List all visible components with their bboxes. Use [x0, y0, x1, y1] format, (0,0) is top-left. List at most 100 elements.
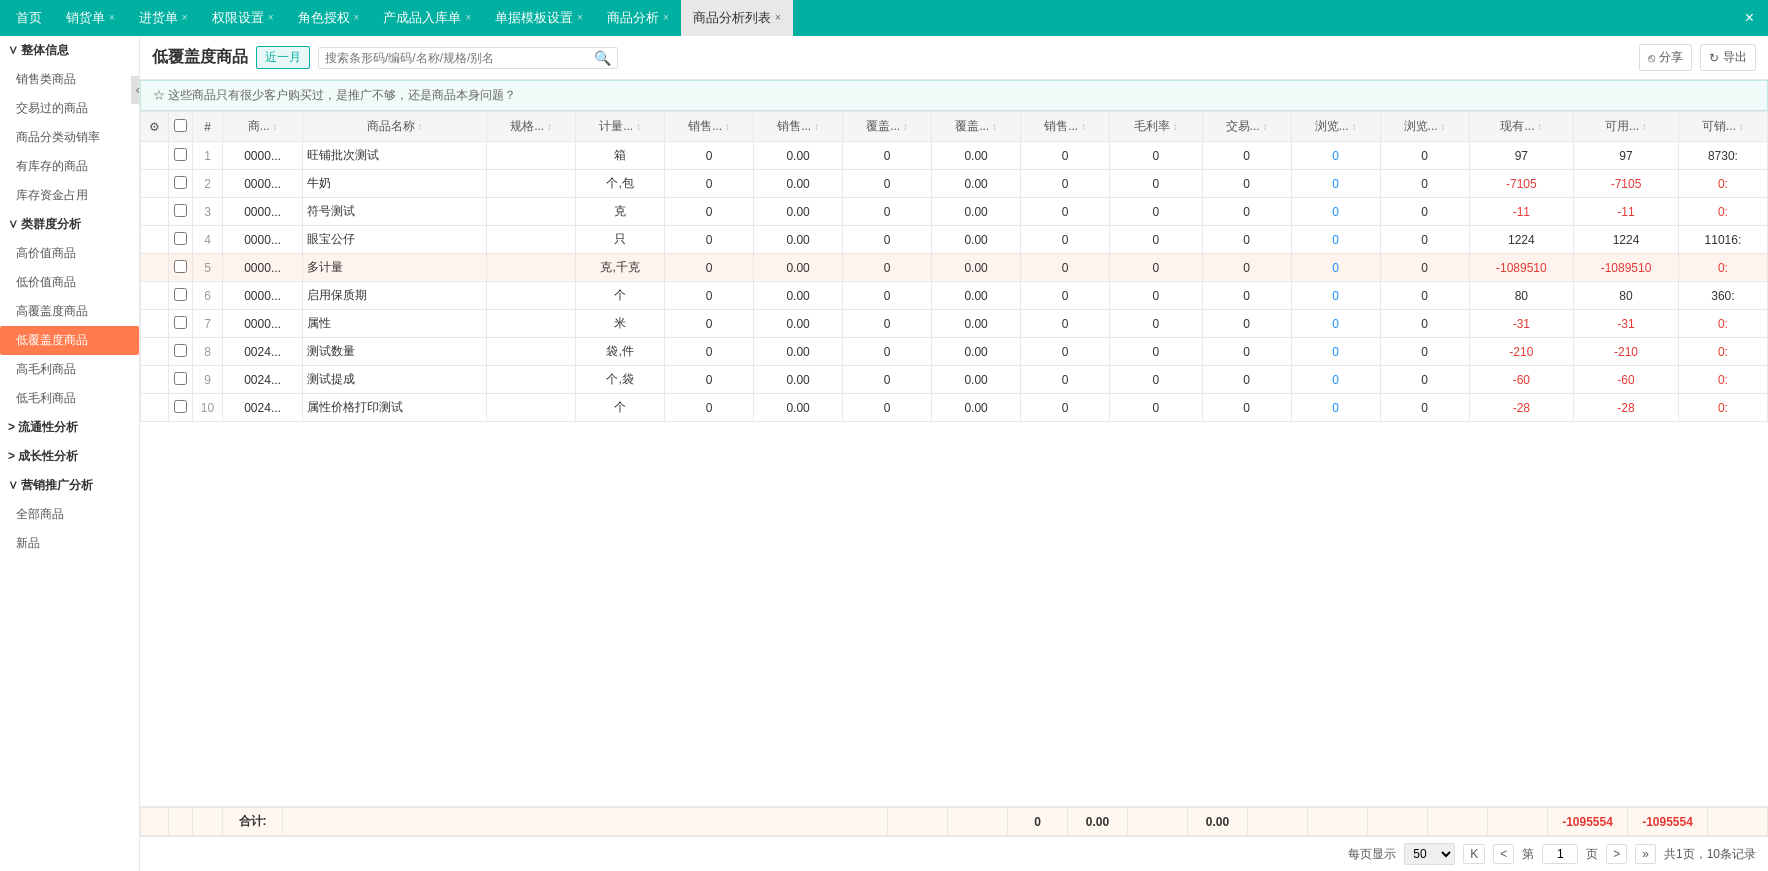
row-checkbox-cell[interactable] — [169, 282, 193, 310]
sidebar-section-growth[interactable]: > 成长性分析 — [0, 442, 139, 471]
nav-product-analysis-list[interactable]: 商品分析列表 × — [681, 0, 793, 36]
nav-roles[interactable]: 角色授权 × — [286, 0, 372, 36]
nav-purchase[interactable]: 进货单 × — [127, 0, 200, 36]
nav-permissions[interactable]: 权限设置 × — [200, 0, 286, 36]
available-col-header[interactable]: 可用... — [1574, 112, 1679, 142]
export-btn[interactable]: ↻ 导出 — [1700, 44, 1756, 71]
row-browse1[interactable]: 0 — [1291, 366, 1380, 394]
unit-col-header[interactable]: 计量... — [576, 112, 665, 142]
coverage1-col-header[interactable]: 覆盖... — [843, 112, 932, 142]
window-close-btn[interactable]: × — [1735, 9, 1764, 27]
row-settings[interactable] — [141, 394, 169, 422]
sidebar-collapse-btn[interactable]: « — [131, 76, 140, 104]
row-checkbox-cell[interactable] — [169, 198, 193, 226]
row-settings[interactable] — [141, 282, 169, 310]
row-checkbox-cell[interactable] — [169, 338, 193, 366]
checkbox-col-header[interactable] — [169, 112, 193, 142]
row-browse1[interactable]: 0 — [1291, 310, 1380, 338]
row-settings[interactable] — [141, 226, 169, 254]
row-checkbox[interactable] — [174, 400, 187, 413]
page-size-select[interactable]: 50 100 200 — [1404, 843, 1455, 865]
sidebar-item-stock-capital[interactable]: 库存资金占用 — [0, 181, 139, 210]
row-checkbox[interactable] — [174, 372, 187, 385]
row-settings[interactable] — [141, 170, 169, 198]
sales-amt-col-header[interactable]: 销售... — [754, 112, 843, 142]
first-page-btn[interactable]: K — [1463, 844, 1485, 864]
prev-page-btn[interactable]: < — [1493, 844, 1514, 864]
nav-template[interactable]: 单据模板设置 × — [483, 0, 595, 36]
share-btn[interactable]: ⎋ 分享 — [1639, 44, 1692, 71]
sidebar-item-low-margin[interactable]: 低毛利商品 — [0, 384, 139, 413]
current-stock-col-header[interactable]: 现有... — [1469, 112, 1574, 142]
sidebar-section-marketing[interactable]: ∨ 营销推广分析 — [0, 471, 139, 500]
row-checkbox[interactable] — [174, 204, 187, 217]
sidebar-item-high-coverage[interactable]: 高覆盖度商品 — [0, 297, 139, 326]
gross-rate-col-header[interactable]: 毛利率 — [1110, 112, 1202, 142]
row-checkbox[interactable] — [174, 148, 187, 161]
row-checkbox-cell[interactable] — [169, 170, 193, 198]
sidebar-item-high-value[interactable]: 高价值商品 — [0, 239, 139, 268]
row-browse1[interactable]: 0 — [1291, 394, 1380, 422]
page-input[interactable] — [1542, 844, 1578, 864]
row-checkbox-cell[interactable] — [169, 254, 193, 282]
row-checkbox-cell[interactable] — [169, 226, 193, 254]
next-page-btn[interactable]: > — [1606, 844, 1627, 864]
row-browse1[interactable]: 0 — [1291, 338, 1380, 366]
sellable-col-header[interactable]: 可销... — [1678, 112, 1767, 142]
row-browse1[interactable]: 0 — [1291, 254, 1380, 282]
row-checkbox[interactable] — [174, 260, 187, 273]
trade-col-header[interactable]: 交易... — [1202, 112, 1291, 142]
nav-production[interactable]: 产成品入库单 × — [371, 0, 483, 36]
time-filter-btn[interactable]: 近一月 — [256, 46, 310, 69]
row-checkbox[interactable] — [174, 344, 187, 357]
sidebar-item-new-goods[interactable]: 新品 — [0, 529, 139, 558]
sidebar-item-in-stock[interactable]: 有库存的商品 — [0, 152, 139, 181]
row-settings[interactable] — [141, 338, 169, 366]
row-checkbox[interactable] — [174, 288, 187, 301]
nav-sales-order[interactable]: 销货单 × — [54, 0, 127, 36]
last-page-btn[interactable]: » — [1635, 844, 1656, 864]
row-checkbox-cell[interactable] — [169, 394, 193, 422]
browse1-col-header[interactable]: 浏览... — [1291, 112, 1380, 142]
row-checkbox[interactable] — [174, 232, 187, 245]
row-settings[interactable] — [141, 142, 169, 170]
row-settings[interactable] — [141, 366, 169, 394]
row-settings[interactable] — [141, 198, 169, 226]
search-icon[interactable]: 🔍 — [594, 50, 611, 66]
row-browse1[interactable]: 0 — [1291, 142, 1380, 170]
nav-product-analysis[interactable]: 商品分析 × — [595, 0, 681, 36]
search-input[interactable] — [325, 51, 594, 65]
code-col-header[interactable]: 商... — [223, 112, 303, 142]
sidebar-item-low-coverage[interactable]: 低覆盖度商品 — [0, 326, 139, 355]
sales-qty-col-header[interactable]: 销售... — [665, 112, 754, 142]
row-checkbox[interactable] — [174, 316, 187, 329]
sales-x-col-header[interactable]: 销售... — [1021, 112, 1110, 142]
settings-col-header[interactable]: ⚙ — [141, 112, 169, 142]
coverage2-col-header[interactable]: 覆盖... — [932, 112, 1021, 142]
sidebar-item-all-goods[interactable]: 全部商品 — [0, 500, 139, 529]
sidebar-item-high-margin[interactable]: 高毛利商品 — [0, 355, 139, 384]
spec-col-header[interactable]: 规格... — [487, 112, 576, 142]
sidebar-section-cluster[interactable]: ∨ 类群度分析 — [0, 210, 139, 239]
row-checkbox-cell[interactable] — [169, 142, 193, 170]
nav-home[interactable]: 首页 — [4, 0, 54, 36]
sidebar-item-category-sales[interactable]: 商品分类动销率 — [0, 123, 139, 152]
sidebar-section-liquidity[interactable]: > 流通性分析 — [0, 413, 139, 442]
row-settings[interactable] — [141, 310, 169, 338]
row-settings[interactable] — [141, 254, 169, 282]
row-checkbox-cell[interactable] — [169, 310, 193, 338]
row-checkbox-cell[interactable] — [169, 366, 193, 394]
row-browse1[interactable]: 0 — [1291, 282, 1380, 310]
select-all-checkbox[interactable] — [174, 119, 187, 132]
row-checkbox[interactable] — [174, 176, 187, 189]
sidebar-item-low-value[interactable]: 低价值商品 — [0, 268, 139, 297]
sidebar-section-overall[interactable]: ∨ 整体信息 — [0, 36, 139, 65]
row-browse1[interactable]: 0 — [1291, 226, 1380, 254]
sidebar-item-sales-goods[interactable]: 销售类商品 — [0, 65, 139, 94]
sidebar-item-traded-goods[interactable]: 交易过的商品 — [0, 94, 139, 123]
browse2-col-header[interactable]: 浏览... — [1380, 112, 1469, 142]
row-browse1[interactable]: 0 — [1291, 170, 1380, 198]
row-browse1[interactable]: 0 — [1291, 198, 1380, 226]
row-trade: 0 — [1202, 282, 1291, 310]
name-col-header[interactable]: 商品名称 — [303, 112, 487, 142]
